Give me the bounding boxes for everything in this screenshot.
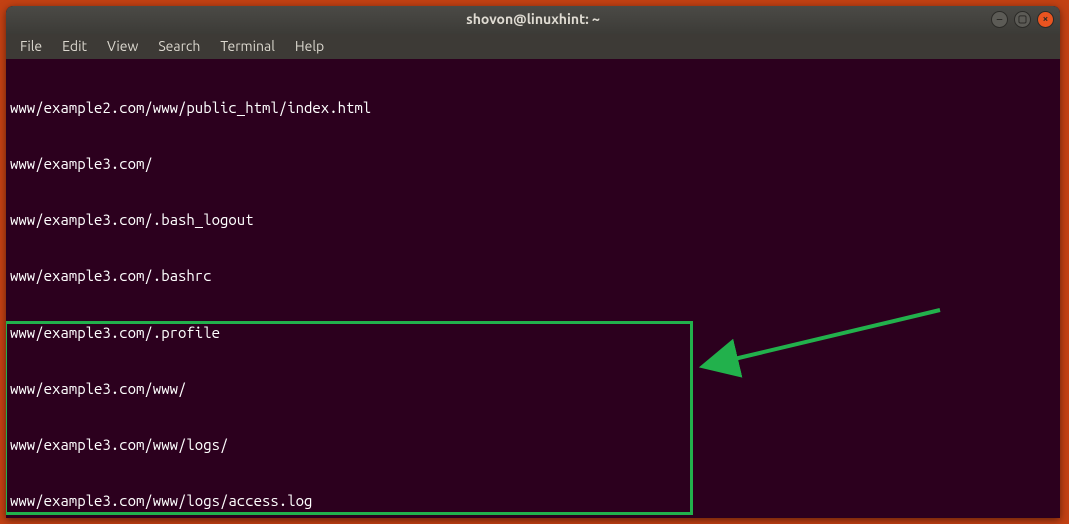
menu-file[interactable]: File xyxy=(12,36,50,58)
output-line: www/example3.com/.profile xyxy=(10,324,1056,343)
window-title: shovon@linuxhint: ~ xyxy=(466,11,600,29)
minimize-button[interactable]: ‒ xyxy=(991,11,1008,28)
output-line: www/example3.com/www/ xyxy=(10,380,1056,399)
output-line: www/example3.com/ xyxy=(10,155,1056,174)
highlight-annotation xyxy=(6,321,693,515)
output-line: www/example3.com/.bashrc xyxy=(10,267,1056,286)
terminal-window: shovon@linuxhint: ~ ‒ ▢ × File Edit View… xyxy=(6,6,1060,518)
output-line: www/example3.com/www/logs/ xyxy=(10,436,1056,455)
window-controls: ‒ ▢ × xyxy=(991,11,1054,28)
titlebar[interactable]: shovon@linuxhint: ~ ‒ ▢ × xyxy=(6,6,1060,34)
menu-terminal[interactable]: Terminal xyxy=(212,36,283,58)
terminal-area[interactable]: www/example2.com/www/public_html/index.h… xyxy=(6,59,1060,518)
close-button[interactable]: × xyxy=(1037,11,1054,28)
maximize-button[interactable]: ▢ xyxy=(1014,11,1031,28)
menu-help[interactable]: Help xyxy=(287,36,332,58)
menu-search[interactable]: Search xyxy=(150,36,208,58)
output-line: www/example3.com/www/logs/access.log xyxy=(10,492,1056,511)
menu-edit[interactable]: Edit xyxy=(54,36,95,58)
output-line: www/example2.com/www/public_html/index.h… xyxy=(10,99,1056,118)
menubar: File Edit View Search Terminal Help xyxy=(6,34,1060,59)
output-line: www/example3.com/.bash_logout xyxy=(10,211,1056,230)
menu-view[interactable]: View xyxy=(99,36,146,58)
